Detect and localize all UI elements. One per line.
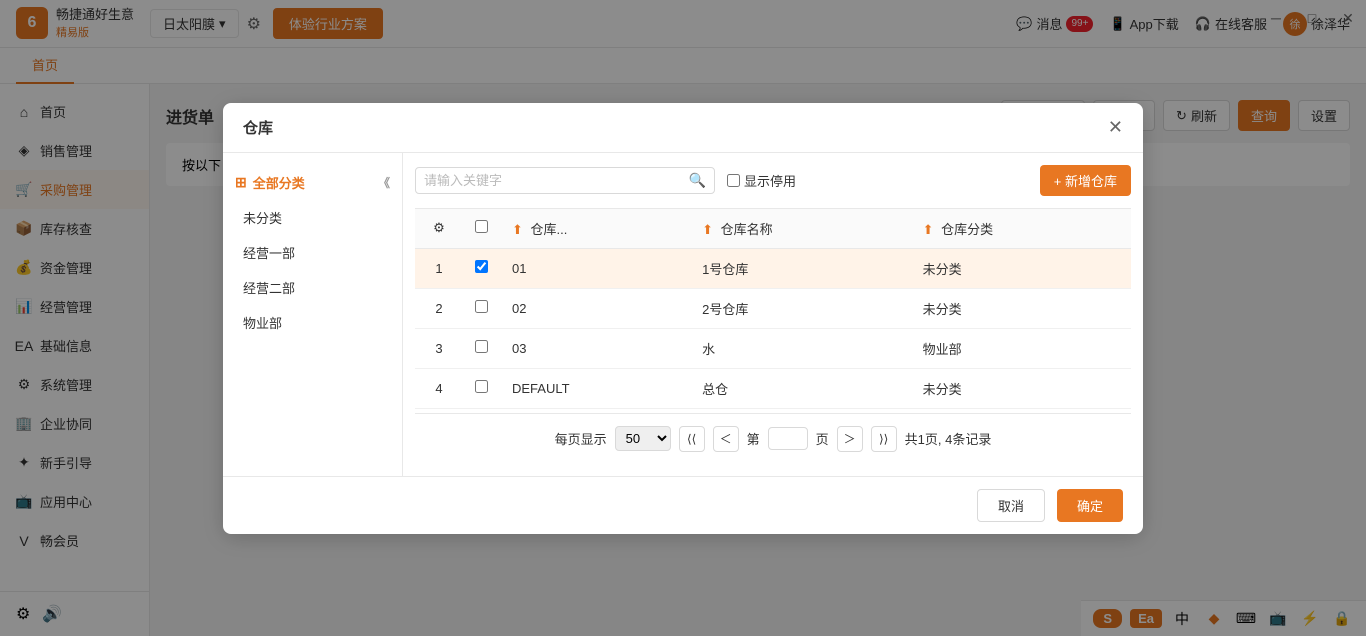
col-category-header: ⬆ 仓库分类 [911, 208, 1131, 248]
table-body: 1 01 1号仓库 未分类 2 02 2号仓库 未分类 3 03 水 物业部 4 [415, 248, 1131, 408]
col-category-2: 物业部 [911, 328, 1131, 368]
col-check-0 [463, 248, 500, 288]
modal-overlay: 仓库 ✕ ⊞ 全部分类 《 未分类经营一部经营二部物业部 🔍 [0, 0, 1366, 636]
category-sidebar: ⊞ 全部分类 《 未分类经营一部经营二部物业部 [223, 153, 403, 476]
dialog-footer: 取消 确定 [223, 476, 1143, 534]
settings-table-icon[interactable]: ⚙ [433, 220, 445, 235]
dialog-main: 🔍 显示停用 + 新增仓库 ⚙ [403, 153, 1143, 476]
col-code-0: 01 [500, 248, 690, 288]
search-input[interactable] [424, 173, 689, 188]
category-item-1[interactable]: 经营一部 [223, 235, 402, 270]
col-code-header: ⬆ 仓库... [500, 208, 690, 248]
col-seq-2: 3 [415, 328, 463, 368]
confirm-button[interactable]: 确定 [1057, 489, 1123, 522]
sort-name-icon: ⬆ [702, 222, 713, 237]
dialog-title: 仓库 [243, 117, 273, 138]
col-check-header [463, 208, 500, 248]
col-category-3: 未分类 [911, 368, 1131, 408]
col-name-2: 水 [690, 328, 910, 368]
col-name-header: ⬆ 仓库名称 [690, 208, 910, 248]
page-size-select[interactable]: 50100200 [615, 426, 671, 451]
col-name-3: 总仓 [690, 368, 910, 408]
next-page-button[interactable]: ＞ [837, 426, 863, 452]
col-code-1: 02 [500, 288, 690, 328]
search-icon[interactable]: 🔍 [689, 172, 706, 189]
dialog-toolbar: 🔍 显示停用 + 新增仓库 [415, 165, 1131, 196]
table-row[interactable]: 4 DEFAULT 总仓 未分类 [415, 368, 1131, 408]
sort-cat-icon: ⬆ [923, 222, 934, 237]
col-code-2: 03 [500, 328, 690, 368]
table-row[interactable]: 3 03 水 物业部 [415, 328, 1131, 368]
grid-icon: ⊞ [235, 174, 247, 191]
sort-icon: ⬆ [512, 222, 523, 237]
last-page-button[interactable]: ⟩⟩ [871, 426, 897, 452]
col-category-0: 未分类 [911, 248, 1131, 288]
category-item-2[interactable]: 经营二部 [223, 270, 402, 305]
col-name-1: 2号仓库 [690, 288, 910, 328]
warehouse-table: ⚙ ⬆ 仓库... ⬆ [415, 208, 1131, 409]
dialog-body: ⊞ 全部分类 《 未分类经营一部经营二部物业部 🔍 显示停用 [223, 153, 1143, 476]
first-page-button[interactable]: ⟨⟨ [679, 426, 705, 452]
dialog-close-button[interactable]: ✕ [1108, 117, 1123, 138]
category-item-3[interactable]: 物业部 [223, 305, 402, 340]
dialog-header: 仓库 ✕ [223, 103, 1143, 153]
page-label: 第 [747, 429, 760, 448]
show-disabled-label[interactable]: 显示停用 [727, 171, 796, 190]
page-summary: 共1页, 4条记录 [905, 429, 992, 448]
row-checkbox-0[interactable] [475, 260, 488, 273]
col-settings-header: ⚙ [415, 208, 463, 248]
col-category-1: 未分类 [911, 288, 1131, 328]
warehouse-dialog: 仓库 ✕ ⊞ 全部分类 《 未分类经营一部经营二部物业部 🔍 [223, 103, 1143, 534]
show-disabled-text: 显示停用 [744, 171, 796, 190]
table: ⚙ ⬆ 仓库... ⬆ [415, 208, 1131, 409]
col-check-2 [463, 328, 500, 368]
table-head: ⚙ ⬆ 仓库... ⬆ [415, 208, 1131, 248]
col-seq-3: 4 [415, 368, 463, 408]
table-row[interactable]: 1 01 1号仓库 未分类 [415, 248, 1131, 288]
row-checkbox-1[interactable] [475, 300, 488, 313]
cancel-button[interactable]: 取消 [977, 489, 1045, 522]
table-row[interactable]: 2 02 2号仓库 未分类 [415, 288, 1131, 328]
col-seq-1: 2 [415, 288, 463, 328]
col-seq-0: 1 [415, 248, 463, 288]
pagination: 每页显示 50100200 ⟨⟨ ＜ 第 1 页 ＞ ⟩⟩ 共1页, 4条记录 [415, 413, 1131, 464]
row-checkbox-3[interactable] [475, 380, 488, 393]
page-number-input[interactable]: 1 [768, 427, 808, 450]
col-check-1 [463, 288, 500, 328]
col-name-0: 1号仓库 [690, 248, 910, 288]
page-unit: 页 [816, 429, 829, 448]
show-disabled-checkbox[interactable] [727, 174, 740, 187]
all-categories-item[interactable]: ⊞ 全部分类 《 [223, 165, 402, 200]
select-all-checkbox[interactable] [475, 220, 488, 233]
page-size-label: 每页显示 [555, 429, 607, 448]
col-code-3: DEFAULT [500, 368, 690, 408]
search-box: 🔍 [415, 167, 715, 194]
collapse-icon[interactable]: 《 [378, 174, 390, 191]
table-header-row: ⚙ ⬆ 仓库... ⬆ [415, 208, 1131, 248]
all-categories-label: 全部分类 [253, 173, 305, 192]
row-checkbox-2[interactable] [475, 340, 488, 353]
col-check-3 [463, 368, 500, 408]
add-warehouse-button[interactable]: + 新增仓库 [1040, 165, 1131, 196]
prev-page-button[interactable]: ＜ [713, 426, 739, 452]
category-item-0[interactable]: 未分类 [223, 200, 402, 235]
